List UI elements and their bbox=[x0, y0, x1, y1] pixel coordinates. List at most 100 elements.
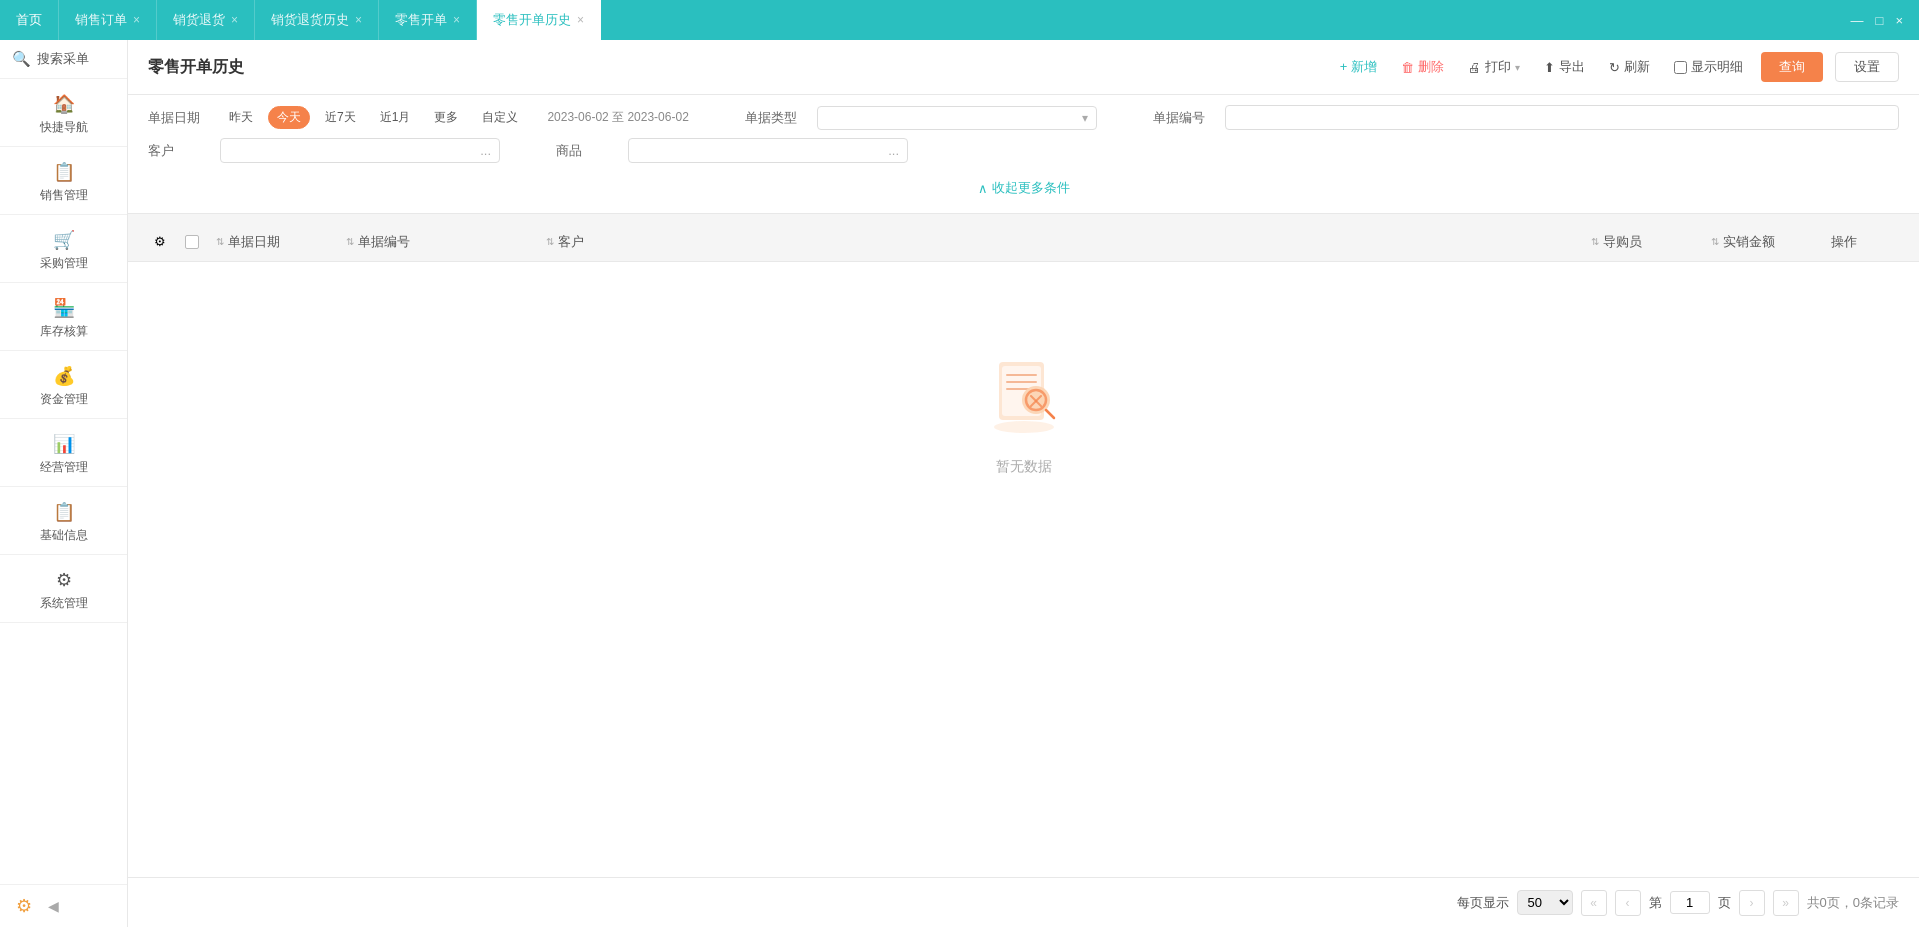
tab-sales-return-label: 销货退货 bbox=[173, 11, 225, 29]
date-range-display: 2023-06-02 至 2023-06-02 bbox=[547, 109, 688, 126]
next-page-button[interactable]: › bbox=[1739, 890, 1765, 916]
tab-sales-return-history[interactable]: 销货退货历史 × bbox=[255, 0, 379, 40]
tab-sales-return-close[interactable]: × bbox=[231, 14, 238, 26]
page-header: 零售开单历史 + 新增 🗑 🗑 删除 删除 🖨 打印 ▾ bbox=[128, 40, 1919, 95]
print-button[interactable]: 🖨 打印 ▾ bbox=[1462, 54, 1526, 80]
page-title: 零售开单历史 bbox=[148, 57, 244, 78]
first-page-button[interactable]: « bbox=[1581, 890, 1607, 916]
prev-page-icon: ‹ bbox=[1626, 896, 1630, 910]
th-guide[interactable]: ⇅ 导购员 bbox=[1583, 233, 1703, 251]
sidebar-item-quick-nav-label: 快捷导航 bbox=[40, 119, 88, 136]
tab-retail-open-history[interactable]: 零售开单历史 × bbox=[477, 0, 601, 40]
collapse-button[interactable]: ∧ 收起更多条件 bbox=[978, 175, 1070, 201]
goods-dots: ... bbox=[888, 143, 899, 158]
refresh-button[interactable]: ↻ 刷新 bbox=[1603, 54, 1656, 80]
date-btn-1month[interactable]: 近1月 bbox=[371, 106, 420, 129]
th-customer-label: 客户 bbox=[558, 233, 584, 251]
tab-bar-close-icon[interactable]: — bbox=[1851, 13, 1864, 28]
tab-home[interactable]: 首页 bbox=[0, 0, 59, 40]
th-date[interactable]: ⇅ 单据日期 bbox=[208, 233, 338, 251]
per-page-select[interactable]: 50 20 100 bbox=[1517, 890, 1573, 915]
tab-bar-minimize-icon[interactable]: □ bbox=[1876, 13, 1884, 28]
th-customer[interactable]: ⇅ 客户 bbox=[538, 233, 1583, 251]
first-page-icon: « bbox=[1590, 896, 1597, 910]
number-filter-input[interactable] bbox=[1225, 105, 1899, 130]
tab-sales-return-history-close[interactable]: × bbox=[355, 14, 362, 26]
setting-button[interactable]: 设置 bbox=[1835, 52, 1899, 82]
customer-dots: ... bbox=[480, 143, 491, 158]
date-btn-more[interactable]: 更多 bbox=[425, 106, 467, 129]
date-filter-buttons: 昨天 今天 近7天 近1月 更多 自定义 bbox=[220, 106, 527, 129]
customer-filter-select[interactable]: ... bbox=[220, 138, 500, 163]
th-action-label: 操作 bbox=[1831, 233, 1857, 251]
sidebar-item-system[interactable]: ⚙ 系统管理 bbox=[0, 555, 127, 623]
page-suffix: 页 bbox=[1718, 894, 1731, 912]
filter-row-customer: 客户 ... 商品 ... bbox=[148, 138, 1899, 163]
select-all-checkbox[interactable] bbox=[185, 235, 199, 249]
tab-bar-close-btn[interactable]: × bbox=[1895, 13, 1903, 28]
inventory-icon: 🏪 bbox=[53, 297, 75, 319]
table-settings-icon[interactable]: ⚙ bbox=[144, 234, 176, 249]
export-button[interactable]: ⬆ 导出 bbox=[1538, 54, 1591, 80]
date-btn-today[interactable]: 今天 bbox=[268, 106, 310, 129]
tab-home-label: 首页 bbox=[16, 11, 42, 29]
goods-filter-select[interactable]: ... bbox=[628, 138, 908, 163]
print-chevron: ▾ bbox=[1515, 62, 1520, 73]
tab-retail-open-close[interactable]: × bbox=[453, 14, 460, 26]
sidebar-item-operations-label: 经营管理 bbox=[40, 459, 88, 476]
th-date-label: 单据日期 bbox=[228, 233, 280, 251]
date-btn-yesterday[interactable]: 昨天 bbox=[220, 106, 262, 129]
sidebar: 🔍 搜索采单 🏠 快捷导航 📋 销售管理 🛒 采购管理 🏪 库存核算 💰 资金管… bbox=[0, 40, 128, 927]
date-btn-custom[interactable]: 自定义 bbox=[473, 106, 527, 129]
th-guide-label: 导购员 bbox=[1603, 233, 1642, 251]
column-settings-icon[interactable]: ⚙ bbox=[154, 234, 166, 249]
sidebar-item-quick-nav[interactable]: 🏠 快捷导航 bbox=[0, 79, 127, 147]
tab-sales-return-history-label: 销货退货历史 bbox=[271, 11, 349, 29]
sidebar-item-finance[interactable]: 💰 资金管理 bbox=[0, 351, 127, 419]
sidebar-item-basic-info[interactable]: 📋 基础信息 bbox=[0, 487, 127, 555]
tab-retail-open-history-close[interactable]: × bbox=[577, 14, 584, 26]
system-icon: ⚙ bbox=[56, 569, 72, 591]
th-amount-label: 实销金额 bbox=[1723, 233, 1775, 251]
type-filter-label: 单据类型 bbox=[745, 109, 801, 127]
refresh-icon: ↻ bbox=[1609, 60, 1620, 75]
settings-gear-icon[interactable]: ⚙ bbox=[16, 895, 32, 917]
sidebar-item-sales-mgmt[interactable]: 📋 销售管理 bbox=[0, 147, 127, 215]
toolbar: + 新增 🗑 🗑 删除 删除 🖨 打印 ▾ ⬆ bbox=[1334, 52, 1899, 82]
tab-sales-order[interactable]: 销售订单 × bbox=[59, 0, 157, 40]
sidebar-search[interactable]: 🔍 搜索采单 bbox=[0, 40, 127, 79]
add-button[interactable]: + 新增 bbox=[1334, 54, 1383, 80]
delete-button[interactable]: 🗑 🗑 删除 删除 bbox=[1395, 54, 1450, 80]
main-layout: 🔍 搜索采单 🏠 快捷导航 📋 销售管理 🛒 采购管理 🏪 库存核算 💰 资金管… bbox=[0, 40, 1919, 927]
display-detail-button[interactable]: 显示明细 bbox=[1668, 54, 1749, 80]
sidebar-item-purchase-mgmt[interactable]: 🛒 采购管理 bbox=[0, 215, 127, 283]
page-number-input[interactable] bbox=[1670, 891, 1710, 914]
type-filter-arrow: ▾ bbox=[1082, 111, 1088, 125]
display-detail-checkbox[interactable] bbox=[1674, 61, 1687, 74]
th-guide-sort-icon: ⇅ bbox=[1591, 236, 1599, 247]
tab-retail-open[interactable]: 零售开单 × bbox=[379, 0, 477, 40]
prev-page-button[interactable]: ‹ bbox=[1615, 890, 1641, 916]
export-icon: ⬆ bbox=[1544, 60, 1555, 75]
sidebar-collapse-icon[interactable]: ◀ bbox=[48, 898, 59, 914]
tab-sales-order-label: 销售订单 bbox=[75, 11, 127, 29]
tab-sales-return[interactable]: 销货退货 × bbox=[157, 0, 255, 40]
tab-sales-order-close[interactable]: × bbox=[133, 14, 140, 26]
sidebar-item-system-label: 系统管理 bbox=[40, 595, 88, 612]
empty-state: 暂无数据 bbox=[128, 262, 1919, 556]
empty-illustration bbox=[974, 342, 1074, 442]
table-select-all[interactable] bbox=[176, 235, 208, 249]
sidebar-item-operations[interactable]: 📊 经营管理 bbox=[0, 419, 127, 487]
date-btn-7days[interactable]: 近7天 bbox=[316, 106, 365, 129]
th-amount[interactable]: ⇅ 实销金额 bbox=[1703, 233, 1823, 251]
th-date-sort-icon: ⇅ bbox=[216, 236, 224, 247]
last-page-button[interactable]: » bbox=[1773, 890, 1799, 916]
refresh-label: 刷新 bbox=[1624, 58, 1650, 76]
query-button[interactable]: 查询 bbox=[1761, 52, 1823, 82]
sidebar-item-inventory[interactable]: 🏪 库存核算 bbox=[0, 283, 127, 351]
th-amount-sort-icon: ⇅ bbox=[1711, 236, 1719, 247]
th-no[interactable]: ⇅ 单据编号 bbox=[338, 233, 538, 251]
type-filter-select[interactable]: ▾ bbox=[817, 106, 1097, 130]
goods-filter-label: 商品 bbox=[556, 142, 612, 160]
export-label: 导出 bbox=[1559, 58, 1585, 76]
